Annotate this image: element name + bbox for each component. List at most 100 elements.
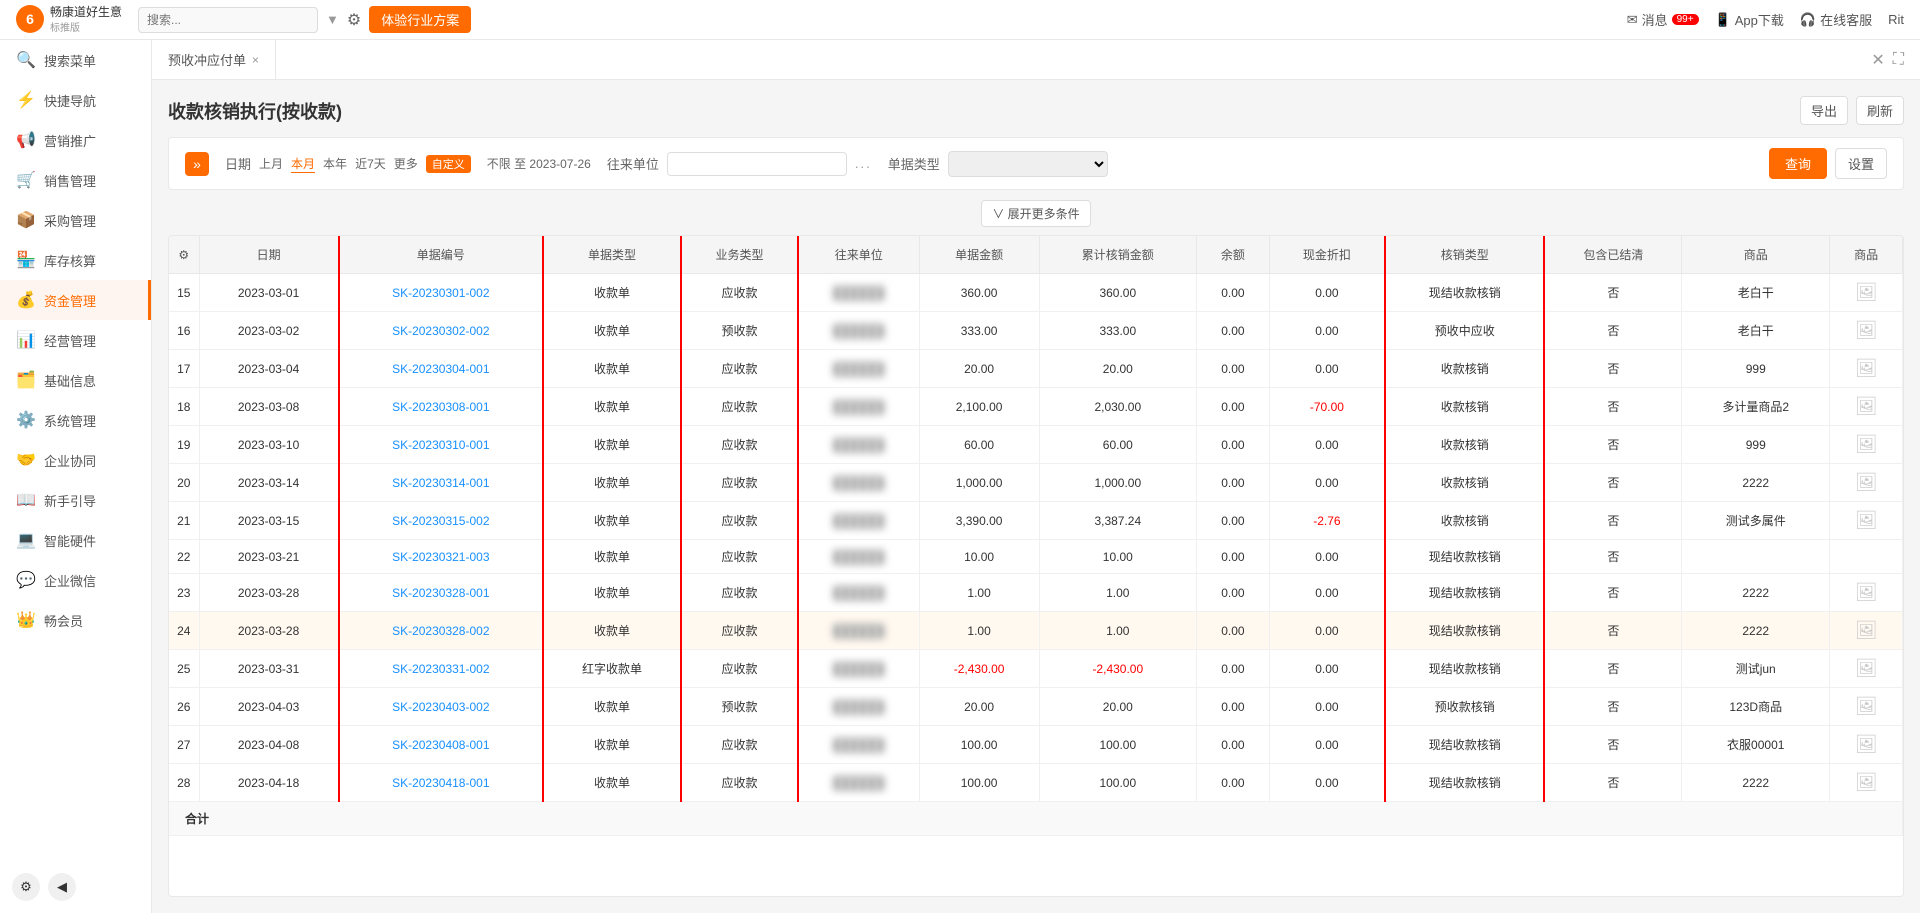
cell-partner: ██████ <box>798 350 919 388</box>
cell-partner: ██████ <box>798 764 919 802</box>
cell-included: 否 <box>1544 574 1681 612</box>
bill-no-link[interactable]: SK-20230418-001 <box>392 776 489 790</box>
col-verify-type[interactable]: 核销类型 <box>1385 236 1544 274</box>
bill-no-link[interactable]: SK-20230314-001 <box>392 476 489 490</box>
bill-no-link[interactable]: SK-20230301-002 <box>392 286 489 300</box>
cell-bill-type: 收款单 <box>543 274 681 312</box>
cell-verified: 100.00 <box>1039 726 1197 764</box>
cell-goods-img: 🖼 <box>1830 650 1903 688</box>
trial-button[interactable]: 体验行业方案 <box>369 6 471 33</box>
partner-dots: ... <box>855 156 872 171</box>
bill-no-link[interactable]: SK-20230331-002 <box>392 662 489 676</box>
sidebar-item-quick-nav[interactable]: ⚡快捷导航 <box>0 80 151 120</box>
gear-icon[interactable]: ⚙ <box>347 10 361 30</box>
col-discount[interactable]: 现金折扣 <box>1269 236 1385 274</box>
refresh-button[interactable]: 刷新 <box>1856 96 1904 125</box>
custom-date-btn[interactable]: 自定义 <box>426 155 471 173</box>
col-bill-no[interactable]: 单据编号 <box>339 236 543 274</box>
bill-no-link[interactable]: SK-20230315-002 <box>392 514 489 528</box>
this-month-link[interactable]: 本月 <box>291 155 315 173</box>
bill-no-link[interactable]: SK-20230328-001 <box>392 586 489 600</box>
cell-bill-type: 收款单 <box>543 688 681 726</box>
cell-balance: 0.00 <box>1197 274 1270 312</box>
close-window-icon[interactable]: ✕ <box>1871 50 1884 70</box>
last-month-link[interactable]: 上月 <box>259 155 283 172</box>
bill-type-select[interactable] <box>948 151 1108 177</box>
headset-icon: 🎧 <box>1800 12 1816 28</box>
user-info[interactable]: Rit <box>1888 12 1904 27</box>
cell-partner: ██████ <box>798 688 919 726</box>
cell-bill-no: SK-20230315-002 <box>339 502 543 540</box>
bill-no-link[interactable]: SK-20230310-001 <box>392 438 489 452</box>
search-chevron-icon[interactable]: ▼ <box>326 12 339 27</box>
fullscreen-icon[interactable]: ⛶ <box>1893 51 1904 69</box>
expand-more-conditions-btn[interactable]: ∨ 展开更多条件 <box>981 200 1090 227</box>
col-biz-type[interactable]: 业务类型 <box>681 236 798 274</box>
sidebar-item-finance[interactable]: 💰资金管理 <box>0 280 151 320</box>
tab-1[interactable]: 预收冲应付单× <box>152 40 276 80</box>
app-download-item[interactable]: 📱 App下载 <box>1715 10 1784 29</box>
cell-date: 2023-04-18 <box>199 764 339 802</box>
top-search-input[interactable] <box>138 7 318 33</box>
export-button[interactable]: 导出 <box>1800 96 1848 125</box>
sidebar-item-member[interactable]: 👑畅会员 <box>0 600 151 640</box>
sidebar-item-hardware[interactable]: 💻智能硬件 <box>0 520 151 560</box>
message-item[interactable]: ✉ 消息 99+ <box>1627 10 1699 29</box>
col-goods[interactable]: 商品 <box>1682 236 1830 274</box>
cell-no: 17 <box>169 350 199 388</box>
bill-no-link[interactable]: SK-20230403-002 <box>392 700 489 714</box>
last7-link[interactable]: 近7天 <box>355 155 386 172</box>
sidebar-item-wechat[interactable]: 💬企业微信 <box>0 560 151 600</box>
cell-verify-type: 现结收款核销 <box>1385 540 1544 574</box>
sidebar-item-enterprise[interactable]: 🤝企业协同 <box>0 440 151 480</box>
col-settings[interactable]: ⚙ <box>169 236 199 274</box>
col-balance[interactable]: 余额 <box>1197 236 1270 274</box>
cell-date: 2023-03-04 <box>199 350 339 388</box>
partner-input[interactable] <box>667 152 847 176</box>
bill-no-link[interactable]: SK-20230328-002 <box>392 624 489 638</box>
bill-no-link[interactable]: SK-20230408-001 <box>392 738 489 752</box>
main-table: ⚙ 日期 单据编号 单据类型 业务类型 往来单位 单据金额 累计核销金额 余额 … <box>169 236 1903 836</box>
cell-verified: 1,000.00 <box>1039 464 1197 502</box>
col-goods-img[interactable]: 商品 <box>1830 236 1903 274</box>
sidebar-label-search: 搜索菜单 <box>44 51 96 70</box>
sidebar-item-guide[interactable]: 📖新手引导 <box>0 480 151 520</box>
col-date[interactable]: 日期 <box>199 236 339 274</box>
sidebar-label-guide: 新手引导 <box>44 491 96 510</box>
col-bill-type[interactable]: 单据类型 <box>543 236 681 274</box>
cell-included: 否 <box>1544 540 1681 574</box>
tab-close-1[interactable]: × <box>252 53 259 67</box>
sidebar-item-purchase[interactable]: 📦采购管理 <box>0 200 151 240</box>
query-button[interactable]: 查询 <box>1769 148 1827 179</box>
collapse-sidebar-btn[interactable]: ◀ <box>48 873 76 901</box>
bill-no-link[interactable]: SK-20230308-001 <box>392 400 489 414</box>
sidebar-item-inventory[interactable]: 🏪库存核算 <box>0 240 151 280</box>
this-year-link[interactable]: 本年 <box>323 155 347 172</box>
more-link[interactable]: 更多 <box>394 155 418 172</box>
filter-expand-btn[interactable]: » <box>185 152 209 176</box>
cell-amount: 20.00 <box>919 350 1039 388</box>
col-amount[interactable]: 单据金额 <box>919 236 1039 274</box>
bill-no-link[interactable]: SK-20230304-001 <box>392 362 489 376</box>
cell-amount: 100.00 <box>919 764 1039 802</box>
settings-icon-btn[interactable]: ⚙ <box>12 873 40 901</box>
sidebar-item-marketing[interactable]: 📢营销推广 <box>0 120 151 160</box>
sidebar-label-member: 畅会员 <box>44 611 83 630</box>
col-included[interactable]: 包含已结清 <box>1544 236 1681 274</box>
col-verified[interactable]: 累计核销金额 <box>1039 236 1197 274</box>
cell-included: 否 <box>1544 612 1681 650</box>
sidebar-item-sales[interactable]: 🛒销售管理 <box>0 160 151 200</box>
bill-no-link[interactable]: SK-20230302-002 <box>392 324 489 338</box>
col-partner[interactable]: 往来单位 <box>798 236 919 274</box>
bill-no-link[interactable]: SK-20230321-003 <box>392 550 489 564</box>
sidebar-icon-basic: 🗂️ <box>16 370 36 390</box>
sidebar-item-search[interactable]: 🔍搜索菜单 <box>0 40 151 80</box>
filter-settings-btn[interactable]: 设置 <box>1835 148 1887 179</box>
online-service-item[interactable]: 🎧 在线客服 <box>1800 10 1872 29</box>
cell-partner: ██████ <box>798 540 919 574</box>
sidebar-item-system[interactable]: ⚙️系统管理 <box>0 400 151 440</box>
sidebar-item-operations[interactable]: 📊经营管理 <box>0 320 151 360</box>
sidebar-label-basic: 基础信息 <box>44 371 96 390</box>
sidebar-item-basic[interactable]: 🗂️ 基础信息 <box>0 360 151 400</box>
sidebar-nav: 🔍搜索菜单⚡快捷导航📢营销推广🛒销售管理📦采购管理🏪库存核算💰资金管理📊经营管理… <box>0 40 151 640</box>
